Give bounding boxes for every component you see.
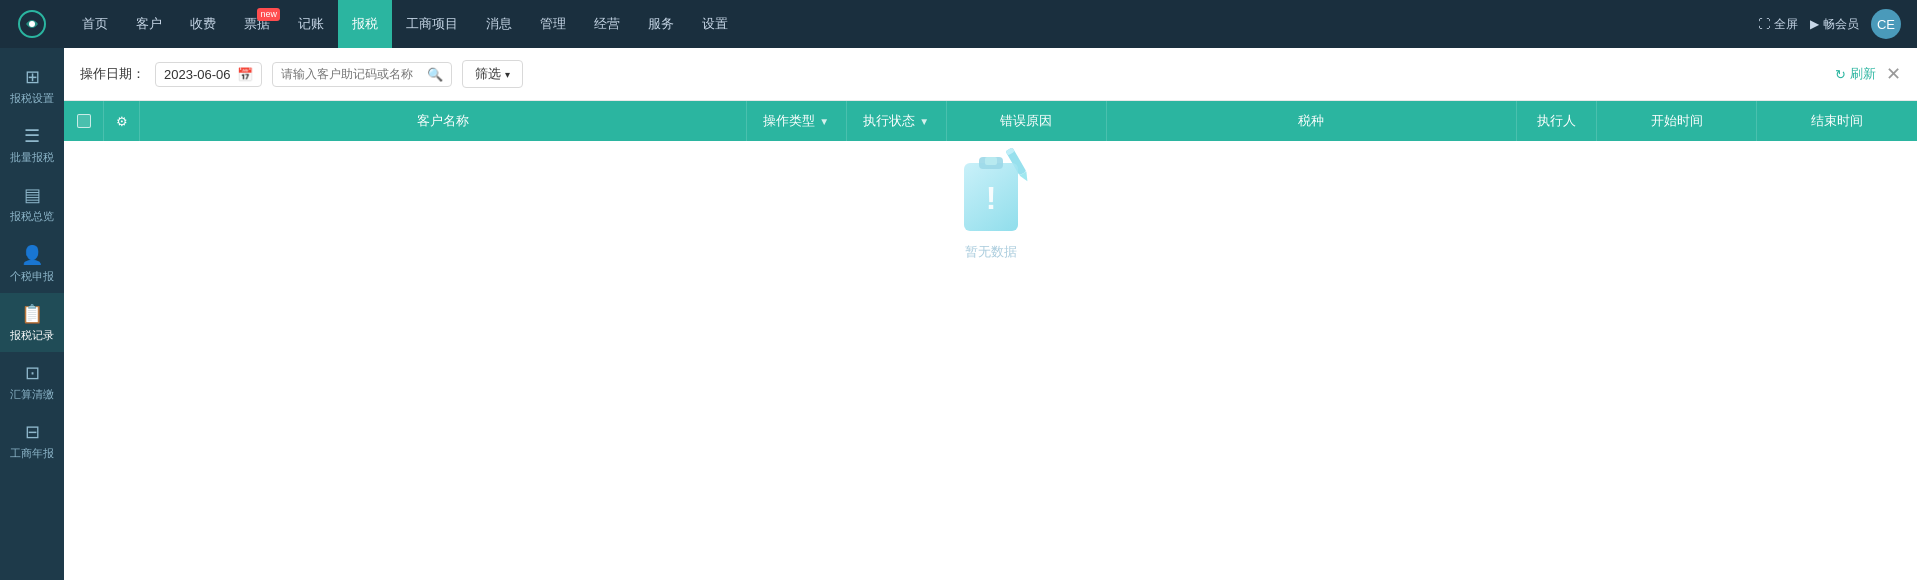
sidebar: ⊞ 报税设置 ☰ 批量报税 ▤ 报税总览 👤 个税申报 📋 报税记录 ⊡ 汇算清缴 ⊟ 工商年报 — [0, 48, 64, 580]
th-select-all[interactable] — [64, 101, 104, 141]
th-settings[interactable]: ⚙ — [104, 101, 140, 141]
date-value: 2023-06-06 — [164, 67, 231, 82]
sidebar-label-personal-tax: 个税申报 — [10, 270, 54, 283]
tax-settings-icon: ⊞ — [21, 66, 43, 88]
avatar[interactable]: CE — [1871, 9, 1901, 39]
sidebar-label-tax-settings: 报税设置 — [10, 92, 54, 105]
empty-svg-illustration: ! — [946, 141, 1036, 241]
sidebar-item-personal-tax[interactable]: 👤 个税申报 — [0, 234, 64, 293]
th-op-type[interactable]: 操作类型 ▼ — [747, 101, 847, 141]
calendar-icon: 📅 — [237, 67, 253, 82]
select-all-checkbox[interactable] — [77, 114, 91, 128]
app-logo[interactable] — [16, 8, 48, 40]
th-executor: 执行人 — [1517, 101, 1597, 141]
sidebar-label-annual-report: 工商年报 — [10, 447, 54, 460]
table-container: ⚙ 客户名称 操作类型 ▼ 执行状态 ▼ 错误原因 税种 — [64, 101, 1917, 580]
search-input[interactable] — [281, 67, 421, 81]
annual-report-icon: ⊟ — [21, 421, 43, 443]
table-header: ⚙ 客户名称 操作类型 ▼ 执行状态 ▼ 错误原因 税种 — [64, 101, 1917, 141]
sidebar-label-tax-overview: 报税总览 — [10, 210, 54, 223]
sidebar-item-tax-settings[interactable]: ⊞ 报税设置 — [0, 56, 64, 115]
th-executor-label: 执行人 — [1537, 112, 1576, 130]
play-icon: ▶ — [1810, 17, 1819, 31]
th-client-name: 客户名称 — [140, 101, 747, 141]
fullscreen-button[interactable]: ⛶ 全屏 — [1758, 16, 1798, 33]
close-button[interactable]: ✕ — [1886, 65, 1901, 83]
sidebar-label-tax-record: 报税记录 — [10, 329, 54, 342]
th-status[interactable]: 执行状态 ▼ — [847, 101, 947, 141]
date-picker[interactable]: 2023-06-06 📅 — [155, 62, 262, 87]
chevron-down-icon: ▾ — [505, 69, 510, 80]
tax-record-icon: 📋 — [21, 303, 43, 325]
empty-text: 暂无数据 — [965, 243, 1017, 261]
th-client-label: 客户名称 — [417, 112, 469, 130]
nav-item-home[interactable]: 首页 — [68, 0, 122, 48]
th-start-label: 开始时间 — [1651, 112, 1703, 130]
nav-item-invoice[interactable]: 票据new — [230, 0, 284, 48]
search-box: 🔍 — [272, 62, 452, 87]
toolbar: 操作日期： 2023-06-06 📅 🔍 筛选 ▾ ↻ 刷新 ✕ — [64, 48, 1917, 101]
date-label: 操作日期： — [80, 65, 145, 83]
top-navigation: 首页客户收费票据new记账报税工商项目消息管理经营服务设置 ⛶ 全屏 ▶ 畅会员… — [0, 0, 1917, 48]
filter-label: 筛选 — [475, 65, 501, 83]
sidebar-label-batch-tax: 批量报税 — [10, 151, 54, 164]
refresh-button[interactable]: ↻ 刷新 — [1835, 65, 1876, 83]
sidebar-item-tax-record[interactable]: 📋 报税记录 — [0, 293, 64, 352]
sort-icon-op-type: ▼ — [819, 116, 829, 127]
batch-tax-icon: ☰ — [21, 125, 43, 147]
empty-illustration: ! — [946, 141, 1036, 231]
main-layout: ⊞ 报税设置 ☰ 批量报税 ▤ 报税总览 👤 个税申报 📋 报税记录 ⊡ 汇算清缴 ⊟ 工商年报 操作日期… — [0, 48, 1917, 580]
svg-text:!: ! — [985, 180, 996, 216]
personal-tax-icon: 👤 — [21, 244, 43, 266]
new-badge: new — [257, 8, 280, 21]
th-error: 错误原因 — [947, 101, 1107, 141]
th-op-type-label: 操作类型 — [763, 112, 815, 130]
th-status-label: 执行状态 — [863, 112, 915, 130]
sort-icon-status: ▼ — [919, 116, 929, 127]
refresh-icon: ↻ — [1835, 67, 1846, 82]
tax-overview-icon: ▤ — [21, 184, 43, 206]
svg-point-1 — [29, 21, 35, 27]
th-start-time: 开始时间 — [1597, 101, 1757, 141]
nav-item-biz[interactable]: 工商项目 — [392, 0, 472, 48]
search-icon: 🔍 — [427, 67, 443, 82]
nav-item-fee[interactable]: 收费 — [176, 0, 230, 48]
nav-item-operation[interactable]: 经营 — [580, 0, 634, 48]
th-end-time: 结束时间 — [1757, 101, 1917, 141]
sidebar-label-settlement: 汇算清缴 — [10, 388, 54, 401]
th-tax-label: 税种 — [1298, 112, 1324, 130]
th-end-label: 结束时间 — [1811, 112, 1863, 130]
svg-rect-7 — [985, 157, 997, 165]
nav-item-message[interactable]: 消息 — [472, 0, 526, 48]
empty-state: ! 暂无数据 — [64, 141, 1917, 261]
nav-right: ⛶ 全屏 ▶ 畅会员 CE — [1758, 9, 1901, 39]
nav-item-client[interactable]: 客户 — [122, 0, 176, 48]
settlement-icon: ⊡ — [21, 362, 43, 384]
refresh-label: 刷新 — [1850, 65, 1876, 83]
nav-items: 首页客户收费票据new记账报税工商项目消息管理经营服务设置 — [68, 0, 1758, 48]
nav-item-manage[interactable]: 管理 — [526, 0, 580, 48]
fullscreen-icon: ⛶ — [1758, 17, 1770, 31]
sidebar-item-settlement[interactable]: ⊡ 汇算清缴 — [0, 352, 64, 411]
sidebar-item-tax-overview[interactable]: ▤ 报税总览 — [0, 174, 64, 233]
member-button[interactable]: ▶ 畅会员 — [1810, 16, 1859, 33]
sidebar-item-annual-report[interactable]: ⊟ 工商年报 — [0, 411, 64, 470]
filter-button[interactable]: 筛选 ▾ — [462, 60, 523, 88]
fullscreen-label: 全屏 — [1774, 16, 1798, 33]
th-tax: 税种 — [1107, 101, 1517, 141]
nav-item-service[interactable]: 服务 — [634, 0, 688, 48]
content-area: 操作日期： 2023-06-06 📅 🔍 筛选 ▾ ↻ 刷新 ✕ — [64, 48, 1917, 580]
nav-item-tax[interactable]: 报税 — [338, 0, 392, 48]
table-scroll-area: ! 暂无数据 — [64, 141, 1917, 580]
nav-item-bookkeeping[interactable]: 记账 — [284, 0, 338, 48]
nav-item-settings[interactable]: 设置 — [688, 0, 742, 48]
member-label: 畅会员 — [1823, 16, 1859, 33]
sidebar-item-batch-tax[interactable]: ☰ 批量报税 — [0, 115, 64, 174]
settings-icon: ⚙ — [116, 114, 128, 129]
th-error-label: 错误原因 — [1000, 112, 1052, 130]
